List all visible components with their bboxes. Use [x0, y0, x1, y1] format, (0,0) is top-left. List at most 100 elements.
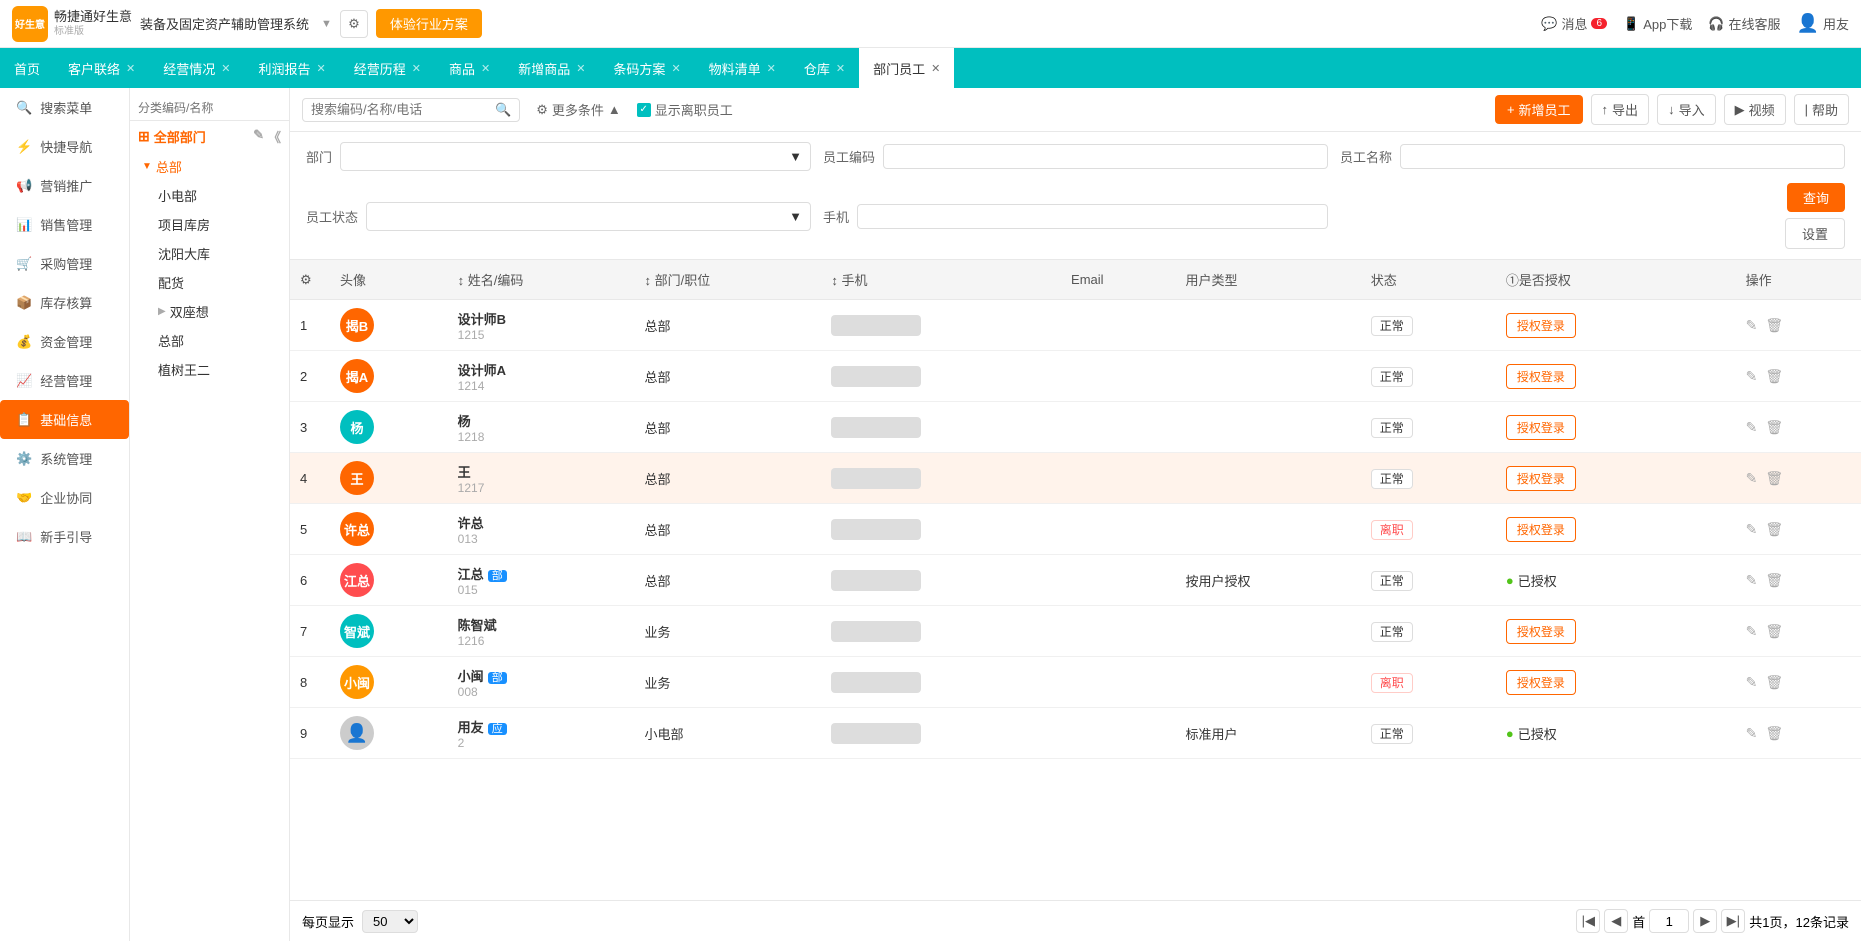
import-button[interactable]: ↓ 导入 [1657, 94, 1716, 125]
edit-icon-8[interactable]: ✎ [1746, 725, 1758, 742]
auth-button-6[interactable]: 授权登录 [1506, 619, 1576, 644]
dept-filter-select[interactable]: ▼ [340, 142, 811, 171]
nav-add-goods[interactable]: 新增商品 ✕ [504, 48, 599, 88]
app-download-button[interactable]: 📱 App下载 [1623, 14, 1692, 33]
delete-icon-1[interactable]: 🗑 [1765, 368, 1783, 385]
next-page-button[interactable]: ▶ [1693, 909, 1717, 933]
sidebar-item-system[interactable]: ⚙️ 系统管理 [0, 439, 129, 478]
edit-icon-4[interactable]: ✎ [1746, 521, 1758, 538]
delete-icon-3[interactable]: 🗑 [1765, 470, 1783, 487]
auth-button-1[interactable]: 授权登录 [1506, 364, 1576, 389]
sidebar-item-quick-nav[interactable]: ⚡ 快捷导航 [0, 127, 129, 166]
dept-edit-icon[interactable]: ✎ [253, 127, 264, 146]
auth-button-7[interactable]: 授权登录 [1506, 670, 1576, 695]
close-goods-icon[interactable]: ✕ [481, 62, 490, 75]
edit-icon-3[interactable]: ✎ [1746, 470, 1758, 487]
dept-node-zhishu[interactable]: 植树王二 [130, 355, 289, 384]
close-bom-icon[interactable]: ✕ [767, 62, 776, 75]
delete-icon-8[interactable]: 🗑 [1765, 725, 1783, 742]
close-history-icon[interactable]: ✕ [412, 62, 421, 75]
per-page-select[interactable]: 50 100 [362, 910, 418, 933]
auth-button-0[interactable]: 授权登录 [1506, 313, 1576, 338]
query-button[interactable]: 查询 [1787, 183, 1845, 212]
edit-icon-5[interactable]: ✎ [1746, 572, 1758, 589]
sidebar-item-search[interactable]: 🔍 搜索菜单 [0, 88, 129, 127]
first-page-button[interactable]: |◀ [1576, 909, 1600, 933]
close-dept-icon[interactable]: ✕ [931, 62, 940, 75]
prev-page-button[interactable]: ◀ [1604, 909, 1628, 933]
help-button[interactable]: | 帮助 [1794, 94, 1849, 125]
nav-customer[interactable]: 客户联络 ✕ [54, 48, 149, 88]
page-number-input[interactable] [1649, 909, 1689, 933]
close-customer-icon[interactable]: ✕ [126, 62, 135, 75]
gear-button[interactable]: ⚙ [340, 10, 368, 38]
close-profit-icon[interactable]: ✕ [317, 62, 326, 75]
delete-icon-7[interactable]: 🗑 [1765, 674, 1783, 691]
more-conditions-button[interactable]: ⚙ 更多条件 ▲ [528, 97, 629, 122]
nav-business[interactable]: 经营情况 ✕ [149, 48, 244, 88]
sidebar-item-inventory[interactable]: 📦 库存核算 [0, 283, 129, 322]
add-employee-button[interactable]: + 新增员工 [1495, 95, 1583, 124]
auth-button-3[interactable]: 授权登录 [1506, 466, 1576, 491]
sidebar-item-guide[interactable]: 📖 新手引导 [0, 517, 129, 556]
delete-icon-2[interactable]: 🗑 [1765, 419, 1783, 436]
system-dropdown-arrow[interactable]: ▼ [321, 18, 332, 30]
col-settings[interactable]: ⚙ [290, 260, 330, 300]
dept-node-zongbu[interactable]: ▼ 总部 [130, 152, 289, 181]
dept-node-zongbu2[interactable]: 总部 [130, 326, 289, 355]
edit-icon-1[interactable]: ✎ [1746, 368, 1758, 385]
col-dept[interactable]: ↕ 部门/职位 [635, 260, 822, 300]
close-barcode-icon[interactable]: ✕ [671, 62, 680, 75]
status-filter-select[interactable]: ▼ [366, 202, 811, 231]
show-resigned-checkbox[interactable]: ✓ 显示离职员工 [637, 100, 733, 119]
nav-history[interactable]: 经营历程 ✕ [340, 48, 435, 88]
close-business-icon[interactable]: ✕ [221, 62, 230, 75]
auth-button-2[interactable]: 授权登录 [1506, 415, 1576, 440]
last-page-button[interactable]: ▶| [1721, 909, 1745, 933]
sidebar-item-sales[interactable]: 📊 销售管理 [0, 205, 129, 244]
nav-barcode[interactable]: 条码方案 ✕ [599, 48, 694, 88]
col-name[interactable]: ↕ 姓名/编码 [448, 260, 635, 300]
dept-node-shenyang[interactable]: 沈阳大库 [130, 239, 289, 268]
sidebar-item-finance[interactable]: 💰 资金管理 [0, 322, 129, 361]
dept-node-xiao-electric[interactable]: 小电部 [130, 181, 289, 210]
nav-goods[interactable]: 商品 ✕ [435, 48, 504, 88]
nav-home[interactable]: 首页 [0, 48, 54, 88]
edit-icon-2[interactable]: ✎ [1746, 419, 1758, 436]
auth-button-4[interactable]: 授权登录 [1506, 517, 1576, 542]
delete-icon-5[interactable]: 🗑 [1765, 572, 1783, 589]
set-button[interactable]: 设置 [1785, 218, 1845, 249]
dept-node-peihou[interactable]: 配货 [130, 268, 289, 297]
sidebar-item-purchase[interactable]: 🛒 采购管理 [0, 244, 129, 283]
user-button[interactable]: 👤 用友 [1797, 13, 1849, 34]
edit-icon-0[interactable]: ✎ [1746, 317, 1758, 334]
close-add-goods-icon[interactable]: ✕ [576, 62, 585, 75]
sidebar-item-operation[interactable]: 📈 经营管理 [0, 361, 129, 400]
nav-profit[interactable]: 利润报告 ✕ [244, 48, 339, 88]
employee-search-icon[interactable]: 🔍 [495, 102, 511, 118]
message-button[interactable]: 💬 消息 6 [1541, 14, 1607, 33]
edit-icon-6[interactable]: ✎ [1746, 623, 1758, 640]
delete-icon-0[interactable]: 🗑 [1765, 317, 1783, 334]
nav-dept-employee[interactable]: 部门员工 ✕ [859, 48, 954, 88]
service-button[interactable]: 🎧 在线客服 [1708, 14, 1780, 33]
col-phone[interactable]: ↕ 手机 [821, 260, 1061, 300]
export-button[interactable]: ↑ 导出 [1591, 94, 1650, 125]
close-warehouse-icon[interactable]: ✕ [836, 62, 845, 75]
emp-code-input[interactable] [883, 144, 1328, 169]
employee-search-input[interactable] [311, 102, 491, 117]
video-button[interactable]: ▶ 视频 [1724, 94, 1786, 125]
sidebar-item-marketing[interactable]: 📢 营销推广 [0, 166, 129, 205]
delete-icon-4[interactable]: 🗑 [1765, 521, 1783, 538]
nav-bom[interactable]: 物料清单 ✕ [695, 48, 790, 88]
phone-input[interactable] [857, 204, 1328, 229]
experience-button[interactable]: 体验行业方案 [376, 9, 482, 38]
dept-header[interactable]: ⊞ 全部部门 ✎ 《 [130, 121, 289, 152]
delete-icon-6[interactable]: 🗑 [1765, 623, 1783, 640]
dept-node-project[interactable]: 项目库房 [130, 210, 289, 239]
nav-warehouse[interactable]: 仓库 ✕ [790, 48, 859, 88]
edit-icon-7[interactable]: ✎ [1746, 674, 1758, 691]
dept-collapse-icon[interactable]: 《 [268, 127, 281, 146]
dept-node-shuangzuo[interactable]: ▶ 双座想 [130, 297, 289, 326]
sidebar-item-collab[interactable]: 🤝 企业协同 [0, 478, 129, 517]
